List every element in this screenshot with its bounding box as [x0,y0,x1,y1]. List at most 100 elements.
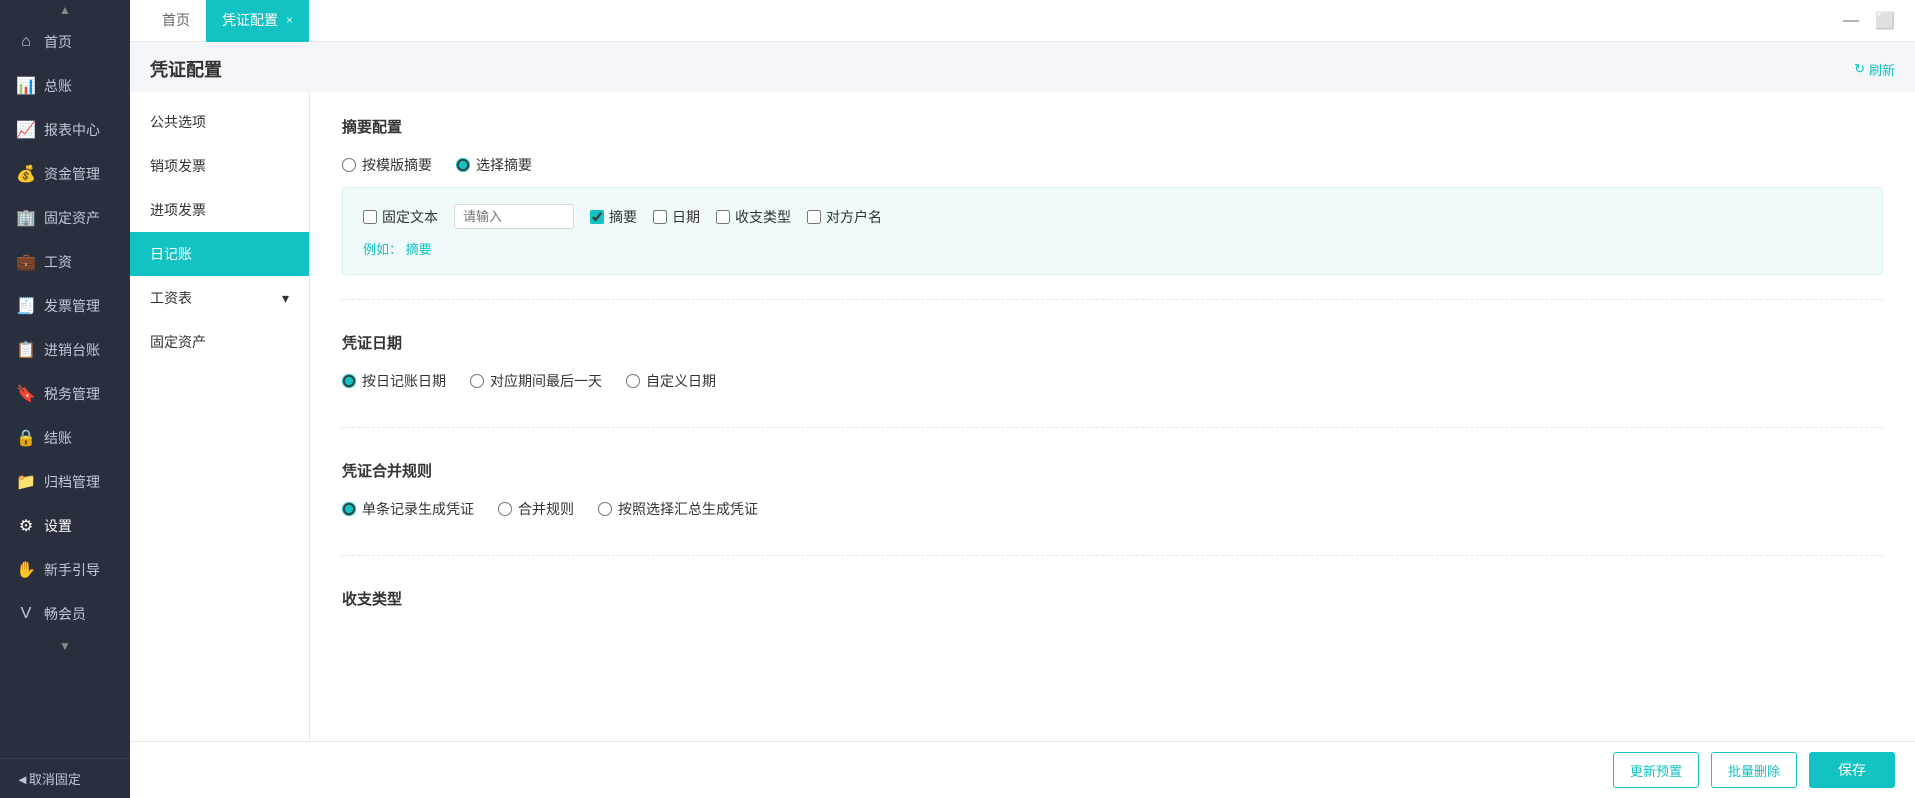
sidebar-item-archive[interactable]: 📁 归档管理 [0,460,130,504]
radio-by-journal-date[interactable]: 按日记账日期 [342,371,446,391]
checkbox-summary-input[interactable] [590,210,604,224]
income-type-section: 收支类型 [342,588,1883,651]
radio-by-selection[interactable]: 按照选择汇总生成凭证 [598,499,758,519]
batch-delete-button[interactable]: 批量删除 [1711,752,1797,788]
sidebar-item-salary[interactable]: 💼 工资 [0,240,130,284]
sidebar-item-home[interactable]: ⌂ 首页 [0,20,130,64]
radio-last-period-day[interactable]: 对应期间最后一天 [470,371,602,391]
checkbox-date[interactable]: 日期 [653,207,700,227]
voucher-date-section: 凭证日期 按日记账日期 对应期间最后一天 自定义日期 [342,332,1883,428]
radio-select-summary[interactable]: 选择摘要 [456,155,532,175]
radio-merge-rule[interactable]: 合并规则 [498,499,574,519]
left-nav: 公共选项 销项发票 进项发票 日记账 工资表 ▾ 固定资产 [130,92,310,741]
tab-home[interactable]: 首页 [146,0,206,42]
nav-item-purchase-invoice[interactable]: 进项发票 [130,188,309,232]
tab-voucher-config[interactable]: 凭证配置 × [206,0,309,42]
summary-section-title: 摘要配置 [342,116,1883,137]
update-preview-button[interactable]: 更新预置 [1613,752,1699,788]
checkbox-fixed-text[interactable]: 固定文本 [363,207,438,227]
voucher-date-radio-group: 按日记账日期 对应期间最后一天 自定义日期 [342,371,1883,391]
sidebar-item-trade[interactable]: 📋 进销台账 [0,328,130,372]
salary-icon: 💼 [16,252,36,272]
bottom-action-bar: 更新预置 批量删除 保存 [130,741,1915,798]
guide-icon: ✋ [16,560,36,580]
tab-bar: 首页 凭证配置 × — ⬜ [130,0,1915,42]
radio-last-period-input[interactable] [470,374,484,388]
radio-journal-date-input[interactable] [342,374,356,388]
sidebar-item-member[interactable]: V 畅会员 [0,592,130,636]
checkbox-income-type-input[interactable] [716,210,730,224]
save-button[interactable]: 保存 [1809,752,1895,788]
tax-icon: 🔖 [16,384,36,404]
right-content: 摘要配置 按模版摘要 选择摘要 [310,92,1915,741]
page-title: 凭证配置 [150,56,222,82]
radio-custom-date[interactable]: 自定义日期 [626,371,716,391]
checkbox-fixed-text-input[interactable] [363,210,377,224]
checkbox-summary[interactable]: 摘要 [590,207,637,227]
radio-single-record[interactable]: 单条记录生成凭证 [342,499,474,519]
home-icon: ⌂ [16,33,36,51]
page-content: 凭证配置 ↻ 刷新 公共选项 销项发票 进项发票 日记账 [130,42,1915,798]
sidebar-scroll-down[interactable]: ▼ [0,636,130,656]
tab-bar-actions: — ⬜ [1839,7,1899,35]
radio-single-input[interactable] [342,502,356,516]
radio-by-selection-input[interactable] [598,502,612,516]
settings-icon: ⚙ [16,516,36,536]
sidebar-item-guide[interactable]: ✋ 新手引导 [0,548,130,592]
merge-rule-section: 凭证合并规则 单条记录生成凭证 合并规则 按照选择汇总生成凭证 [342,460,1883,556]
chevron-down-icon: ▾ [282,290,289,307]
checkbox-counterpart[interactable]: 对方户名 [807,207,882,227]
radio-custom-date-input[interactable] [626,374,640,388]
radio-template-summary[interactable]: 按模版摘要 [342,155,432,175]
funds-icon: 💰 [16,164,36,184]
nav-item-public[interactable]: 公共选项 [130,100,309,144]
nav-item-fixed-assets[interactable]: 固定资产 [130,320,309,364]
nav-item-sales-invoice[interactable]: 销项发票 [130,144,309,188]
merge-rule-radio-group: 单条记录生成凭证 合并规则 按照选择汇总生成凭证 [342,499,1883,519]
summary-config-box: 固定文本 摘要 日期 [342,187,1883,275]
sidebar-item-close[interactable]: 🔒 结账 [0,416,130,460]
voucher-date-title: 凭证日期 [342,332,1883,353]
tab-close-icon[interactable]: × [286,13,293,27]
archive-icon: 📁 [16,472,36,492]
content-body: 公共选项 销项发票 进项发票 日记账 工资表 ▾ 固定资产 [130,92,1915,741]
merge-rule-title: 凭证合并规则 [342,460,1883,481]
refresh-icon: ↻ [1854,61,1865,77]
nav-item-payroll[interactable]: 工资表 ▾ [130,276,309,320]
sidebar-unpin-button[interactable]: ◄取消固定 [0,758,130,798]
window-maximize-button[interactable]: ⬜ [1871,7,1899,35]
checkbox-date-input[interactable] [653,210,667,224]
trade-icon: 📋 [16,340,36,360]
sidebar-item-assets[interactable]: 🏢 固定资产 [0,196,130,240]
report-icon: 📈 [16,120,36,140]
nav-item-journal[interactable]: 日记账 [130,232,309,276]
invoice-icon: 🧾 [16,296,36,316]
refresh-button[interactable]: ↻ 刷新 [1854,60,1895,79]
sidebar-item-tax[interactable]: 🔖 税务管理 [0,372,130,416]
sidebar: ▲ ⌂ 首页 📊 总账 📈 报表中心 💰 资金管理 🏢 固定资产 💼 工资 🧾 … [0,0,130,798]
checkbox-counterpart-input[interactable] [807,210,821,224]
sidebar-item-funds[interactable]: 💰 资金管理 [0,152,130,196]
sidebar-item-report[interactable]: 📈 报表中心 [0,108,130,152]
radio-template-input[interactable] [342,158,356,172]
income-type-title: 收支类型 [342,588,1883,609]
fixed-text-input[interactable] [454,204,574,229]
main-area: 首页 凭证配置 × — ⬜ 凭证配置 ↻ 刷新 公共选项 [130,0,1915,798]
summary-section: 摘要配置 按模版摘要 选择摘要 [342,116,1883,300]
sidebar-item-invoice[interactable]: 🧾 发票管理 [0,284,130,328]
summary-radio-group: 按模版摘要 选择摘要 [342,155,1883,175]
sidebar-item-settings[interactable]: ⚙ 设置 [0,504,130,548]
member-icon: V [16,605,36,623]
ledger-icon: 📊 [16,76,36,96]
radio-merge-input[interactable] [498,502,512,516]
sidebar-scroll-up[interactable]: ▲ [0,0,130,20]
radio-select-input[interactable] [456,158,470,172]
close-accounts-icon: 🔒 [16,428,36,448]
sidebar-item-ledger[interactable]: 📊 总账 [0,64,130,108]
window-minimize-button[interactable]: — [1839,7,1863,35]
example-text: 例如： 摘要 [363,239,1862,258]
assets-icon: 🏢 [16,208,36,228]
checkbox-row: 固定文本 摘要 日期 [363,204,1862,229]
checkbox-income-type[interactable]: 收支类型 [716,207,791,227]
page-header: 凭证配置 ↻ 刷新 [130,42,1915,92]
